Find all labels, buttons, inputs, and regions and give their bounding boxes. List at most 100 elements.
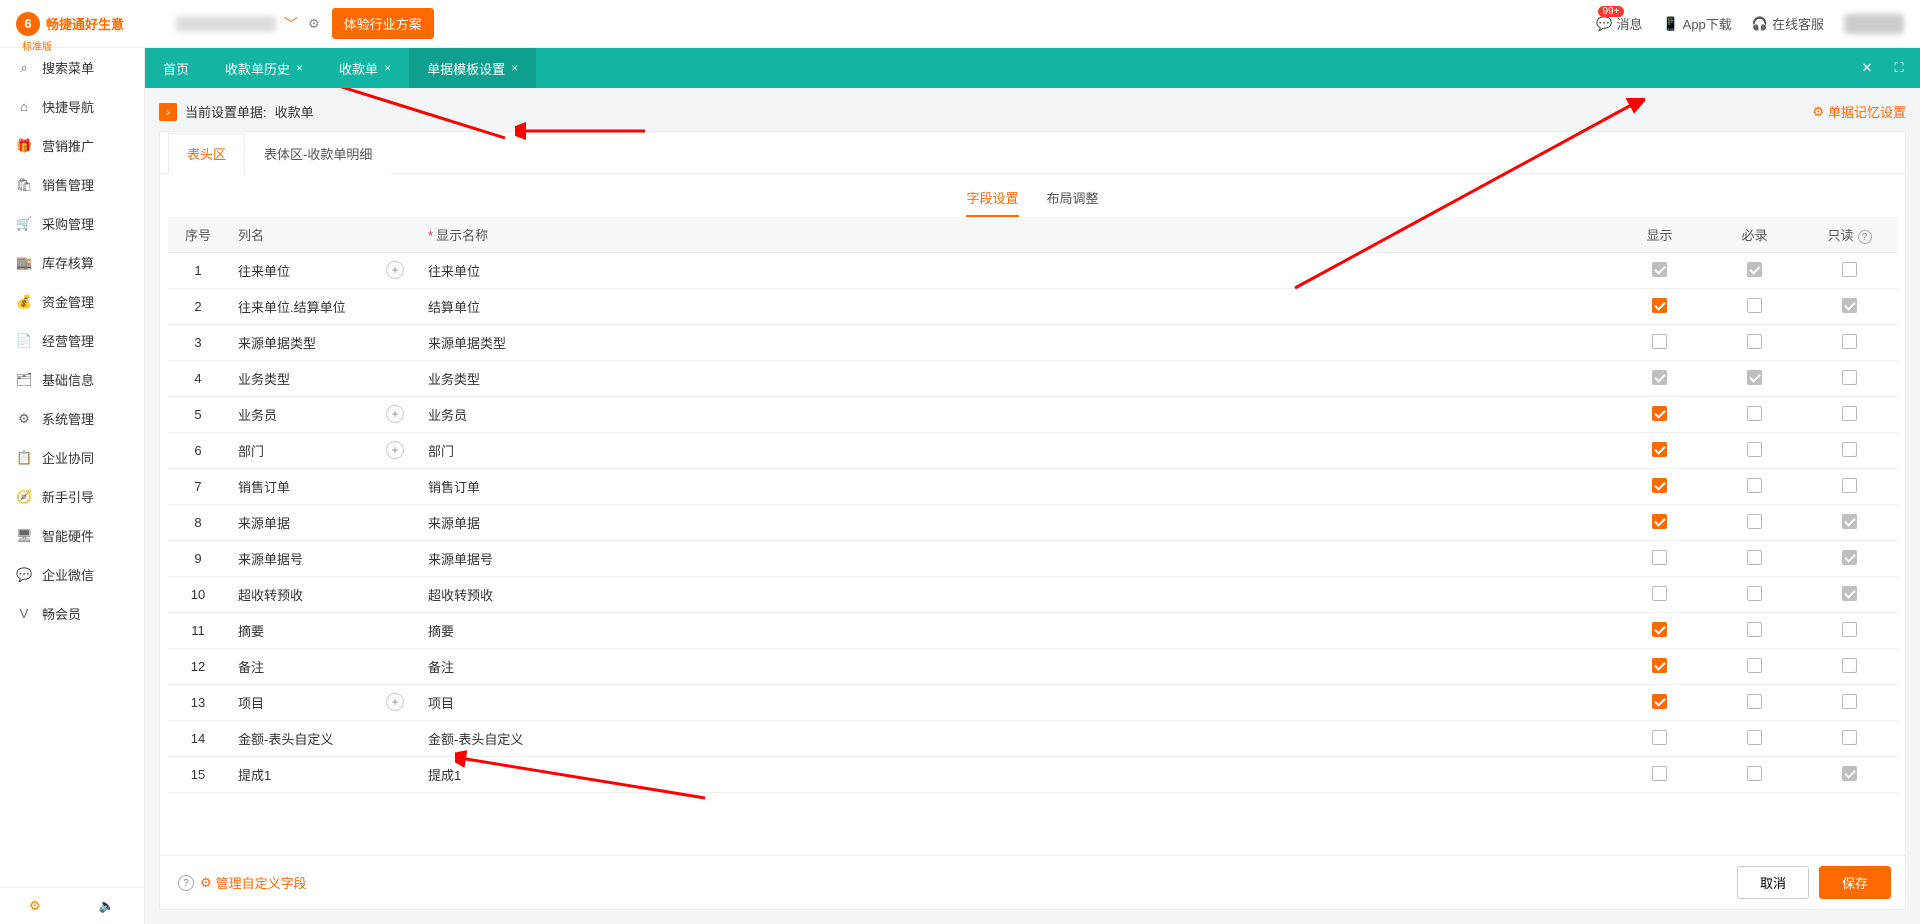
checkbox[interactable] — [1842, 478, 1857, 493]
close-icon[interactable]: × — [296, 61, 303, 75]
nav-item-采购管理[interactable]: 🛒采购管理 — [0, 204, 144, 243]
checkbox[interactable] — [1842, 334, 1857, 349]
nav-item-系统管理[interactable]: ⚙系统管理 — [0, 399, 144, 438]
close-icon[interactable]: × — [384, 61, 391, 75]
checkbox[interactable] — [1652, 550, 1667, 565]
checkbox[interactable] — [1842, 442, 1857, 457]
checkbox[interactable] — [1747, 406, 1762, 421]
fullscreen-icon[interactable]: ⛶ — [1886, 55, 1912, 81]
cancel-button[interactable]: 取消 — [1737, 866, 1809, 899]
checkbox[interactable] — [1842, 730, 1857, 745]
checkbox[interactable] — [1747, 766, 1762, 781]
nav-item-经营管理[interactable]: 📄经营管理 — [0, 321, 144, 360]
memory-settings-link[interactable]: ⚙ 单据记忆设置 — [1812, 102, 1906, 121]
messages-label: 消息 — [1616, 14, 1642, 33]
checkbox[interactable] — [1747, 622, 1762, 637]
checkbox[interactable] — [1747, 550, 1762, 565]
cell-display[interactable]: 销售订单 — [418, 469, 1612, 505]
area-tab[interactable]: 表头区 — [168, 133, 245, 174]
checkbox[interactable] — [1747, 586, 1762, 601]
help-icon[interactable]: ? — [1858, 230, 1872, 244]
checkbox[interactable] — [1747, 514, 1762, 529]
nav-item-营销推广[interactable]: 🎁营销推广 — [0, 126, 144, 165]
checkbox[interactable] — [1747, 730, 1762, 745]
tab-收款单历史[interactable]: 收款单历史× — [207, 48, 321, 88]
add-icon[interactable]: + — [386, 261, 404, 279]
nav-item-畅会员[interactable]: V畅会员 — [0, 594, 144, 633]
nav-item-智能硬件[interactable]: 🖥智能硬件 — [0, 516, 144, 555]
save-button[interactable]: 保存 — [1819, 866, 1891, 899]
nav-item-库存核算[interactable]: 🏬库存核算 — [0, 243, 144, 282]
sub-tab[interactable]: 字段设置 — [966, 188, 1018, 217]
sound-icon[interactable]: 🔈 — [99, 898, 115, 914]
nav-item-资金管理[interactable]: 💰资金管理 — [0, 282, 144, 321]
tab-单据模板设置[interactable]: 单据模板设置× — [409, 48, 536, 88]
close-all-tabs-icon[interactable]: ✕ — [1854, 55, 1880, 81]
settings-icon[interactable]: ⚙ — [308, 16, 320, 32]
checkbox[interactable] — [1652, 442, 1667, 457]
nav-item-搜索菜单[interactable]: ⌕搜索菜单 — [0, 48, 144, 87]
cell-display[interactable]: 金额-表头自定义 — [418, 721, 1612, 757]
cell-display[interactable]: 业务类型 — [418, 361, 1612, 397]
checkbox[interactable] — [1747, 478, 1762, 493]
checkbox[interactable] — [1652, 622, 1667, 637]
cell-display[interactable]: 来源单据类型 — [418, 325, 1612, 361]
nav-item-新手引导[interactable]: 🧭新手引导 — [0, 477, 144, 516]
online-service-link[interactable]: 🎧 在线客服 — [1752, 14, 1824, 33]
checkbox[interactable] — [1652, 694, 1667, 709]
nav-item-企业协同[interactable]: 📋企业协同 — [0, 438, 144, 477]
checkbox[interactable] — [1842, 694, 1857, 709]
app-download-link[interactable]: 📱 App下载 — [1662, 14, 1731, 33]
cell-display[interactable]: 来源单据 — [418, 505, 1612, 541]
checkbox[interactable] — [1652, 586, 1667, 601]
checkbox[interactable] — [1842, 262, 1857, 277]
checkbox[interactable] — [1747, 298, 1762, 313]
tab-收款单[interactable]: 收款单× — [321, 48, 409, 88]
checkbox[interactable] — [1652, 514, 1667, 529]
try-plan-button[interactable]: 体验行业方案 — [332, 8, 434, 39]
checkbox[interactable] — [1652, 298, 1667, 313]
checkbox[interactable] — [1842, 370, 1857, 385]
cell-display[interactable]: 往来单位 — [418, 253, 1612, 289]
tab-首页[interactable]: 首页 — [145, 48, 207, 88]
area-tab[interactable]: 表体区-收款单明细 — [245, 133, 391, 174]
cell-display[interactable]: 来源单据号 — [418, 541, 1612, 577]
cell-display[interactable]: 提成1 — [418, 757, 1612, 793]
checkbox[interactable] — [1652, 730, 1667, 745]
cell-display[interactable]: 摘要 — [418, 613, 1612, 649]
expand-icon[interactable]: › — [159, 103, 177, 121]
manage-custom-fields-link[interactable]: ⚙ 管理自定义字段 — [200, 873, 307, 892]
cell-display[interactable]: 备注 — [418, 649, 1612, 685]
checkbox[interactable] — [1652, 478, 1667, 493]
nav-item-企业微信[interactable]: 💬企业微信 — [0, 555, 144, 594]
checkbox[interactable] — [1842, 622, 1857, 637]
checkbox[interactable] — [1652, 334, 1667, 349]
checkbox[interactable] — [1747, 658, 1762, 673]
checkbox[interactable] — [1747, 442, 1762, 457]
nav-item-基础信息[interactable]: 🗂基础信息 — [0, 360, 144, 399]
close-icon[interactable]: × — [511, 61, 518, 75]
nav-item-销售管理[interactable]: 🛍销售管理 — [0, 165, 144, 204]
cell-display[interactable]: 业务员 — [418, 397, 1612, 433]
help-icon[interactable]: ? — [178, 875, 194, 891]
add-icon[interactable]: + — [386, 405, 404, 423]
add-icon[interactable]: + — [386, 693, 404, 711]
org-selector[interactable]: ﹀ — [176, 14, 298, 34]
sub-tab[interactable]: 布局调整 — [1047, 188, 1099, 217]
checkbox[interactable] — [1842, 406, 1857, 421]
messages-link[interactable]: 💬 消息 99+ — [1596, 14, 1642, 33]
checkbox[interactable] — [1652, 766, 1667, 781]
cell-display[interactable]: 结算单位 — [418, 289, 1612, 325]
checkbox[interactable] — [1747, 334, 1762, 349]
user-avatar-blurred[interactable] — [1844, 14, 1904, 34]
checkbox[interactable] — [1652, 406, 1667, 421]
cell-display[interactable]: 部门 — [418, 433, 1612, 469]
checkbox[interactable] — [1842, 658, 1857, 673]
nav-item-快捷导航[interactable]: ⌂快捷导航 — [0, 87, 144, 126]
checkbox[interactable] — [1747, 694, 1762, 709]
add-icon[interactable]: + — [386, 441, 404, 459]
cell-display[interactable]: 项目 — [418, 685, 1612, 721]
gear-icon[interactable]: ⚙ — [29, 898, 41, 914]
cell-display[interactable]: 超收转预收 — [418, 577, 1612, 613]
checkbox[interactable] — [1652, 658, 1667, 673]
